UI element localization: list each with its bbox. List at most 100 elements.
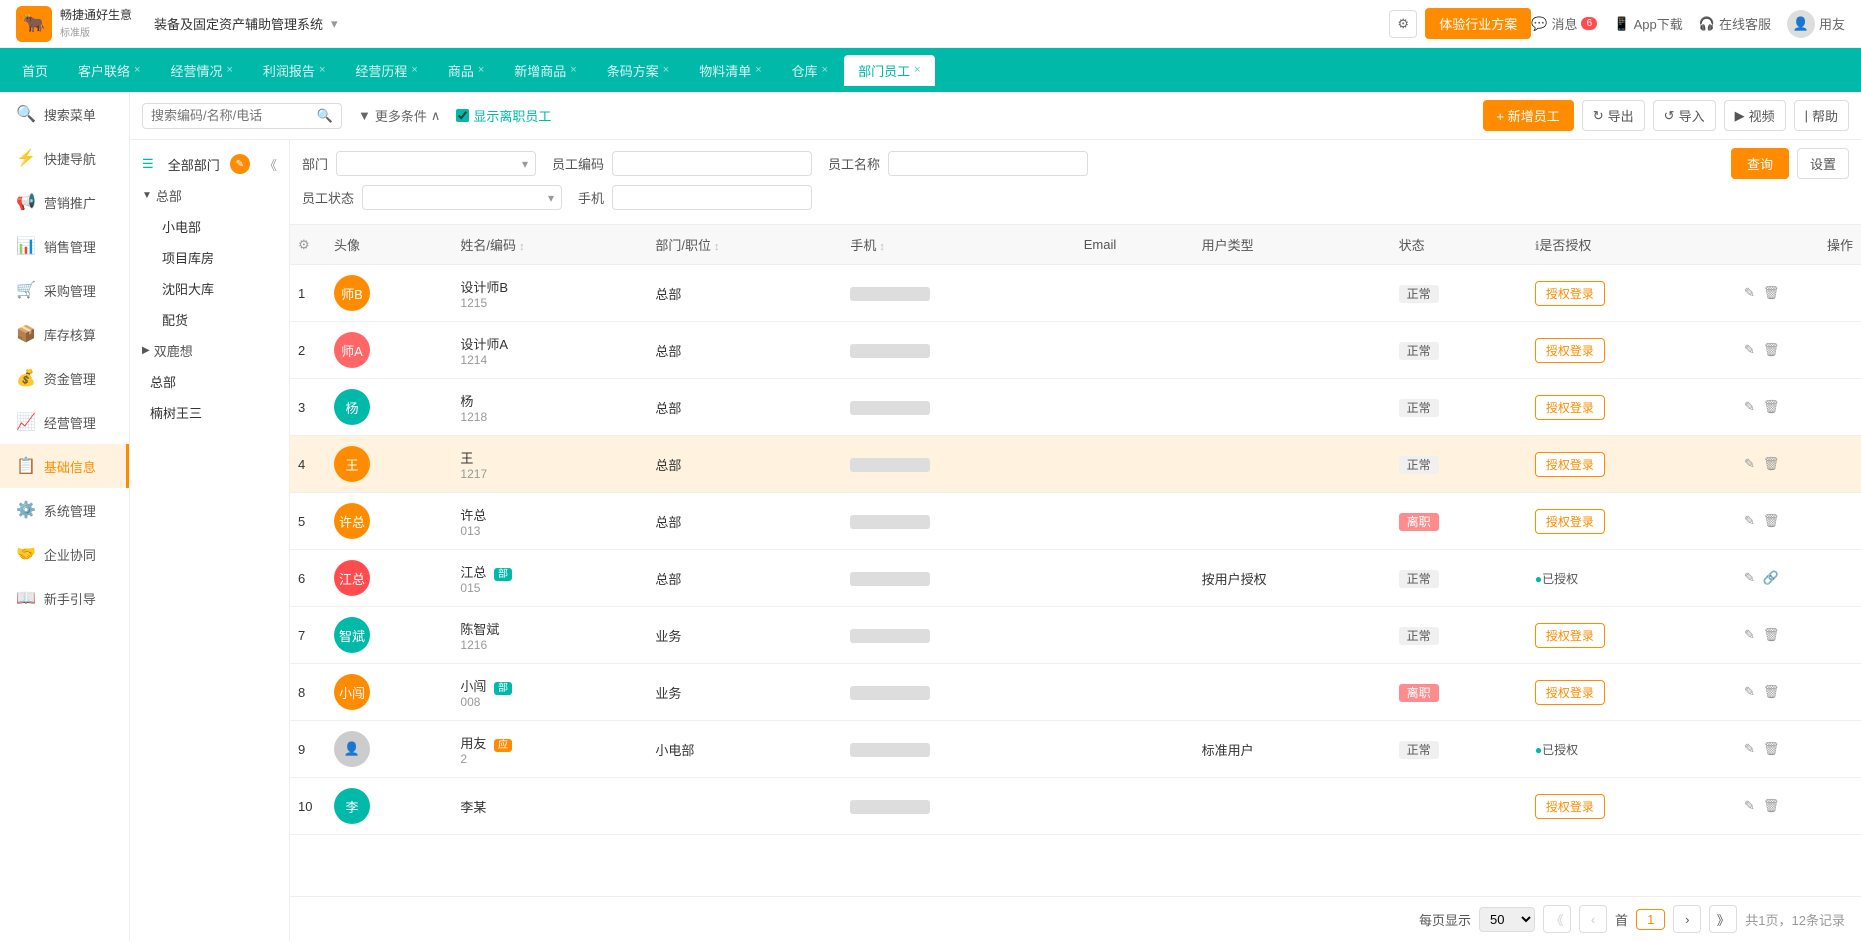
- sidebar-item-management[interactable]: 📈 经营管理: [0, 400, 129, 444]
- search-button[interactable]: 查询: [1731, 148, 1789, 179]
- edit-icon[interactable]: ✎: [1744, 456, 1755, 472]
- message-button[interactable]: 💬 消息 6: [1531, 14, 1597, 33]
- close-icon[interactable]: ×: [478, 64, 484, 76]
- close-icon[interactable]: ×: [663, 64, 669, 76]
- last-page-btn[interactable]: 》: [1709, 905, 1737, 933]
- sidebar-item-finance[interactable]: 💰 资金管理: [0, 356, 129, 400]
- dept-item-distribution[interactable]: 配货: [138, 304, 289, 335]
- edit-icon[interactable]: ✎: [1744, 627, 1755, 643]
- sidebar-item-search[interactable]: 🔍 搜索菜单: [0, 92, 129, 136]
- tab-profit[interactable]: 利润报告 ×: [249, 55, 339, 86]
- delete-icon[interactable]: 🗑: [1763, 285, 1780, 301]
- add-employee-button[interactable]: + 新增员工: [1483, 100, 1574, 131]
- next-page-btn[interactable]: ›: [1673, 905, 1701, 933]
- dept-item-electric[interactable]: 小电部: [138, 211, 289, 242]
- dept-item-project[interactable]: 项目库房: [138, 242, 289, 273]
- dept-item-general[interactable]: 总部: [130, 366, 289, 397]
- phone-input[interactable]: [612, 185, 812, 210]
- trial-button[interactable]: 体验行业方案: [1425, 8, 1531, 39]
- system-dropdown-icon[interactable]: ▾: [331, 16, 338, 32]
- sidebar-item-basic[interactable]: 📋 基础信息: [0, 444, 129, 488]
- delete-icon[interactable]: 🗑: [1763, 684, 1780, 700]
- edit-icon[interactable]: ✎: [1744, 798, 1755, 814]
- sidebar-item-inventory[interactable]: 📦 库存核算: [0, 312, 129, 356]
- dept-item-nanmu[interactable]: 楠树王三: [130, 397, 289, 428]
- link-icon[interactable]: 🔗: [1763, 570, 1779, 586]
- close-icon[interactable]: ×: [822, 64, 828, 76]
- delete-icon[interactable]: 🗑: [1763, 513, 1780, 529]
- auth-button[interactable]: 授权登录: [1535, 452, 1605, 477]
- emp-code-input[interactable]: [612, 151, 812, 176]
- sidebar-item-purchase[interactable]: 🛒 采购管理: [0, 268, 129, 312]
- edit-icon[interactable]: ✎: [1744, 342, 1755, 358]
- edit-icon[interactable]: ✎: [1744, 285, 1755, 301]
- close-icon[interactable]: ×: [755, 64, 761, 76]
- close-icon[interactable]: ×: [319, 64, 325, 76]
- edit-icon[interactable]: ✎: [1744, 570, 1755, 586]
- setting-button[interactable]: 设置: [1797, 148, 1849, 179]
- sidebar-item-sales[interactable]: 📊 销售管理: [0, 224, 129, 268]
- tab-operation[interactable]: 经营情况 ×: [156, 55, 246, 86]
- tab-department[interactable]: 部门员工 ×: [844, 55, 934, 86]
- dept-group-double[interactable]: ▶ 双鹿想: [130, 335, 289, 366]
- delete-icon[interactable]: 🗑: [1763, 627, 1780, 643]
- close-icon[interactable]: ×: [134, 64, 140, 76]
- edit-icon[interactable]: ✎: [1744, 741, 1755, 757]
- auth-button[interactable]: 授权登录: [1535, 680, 1605, 705]
- close-icon[interactable]: ×: [570, 64, 576, 76]
- dept-select[interactable]: [336, 151, 536, 176]
- dept-group-hq[interactable]: ▼ 总部: [130, 180, 289, 211]
- import-button[interactable]: ↺ 导入: [1653, 100, 1716, 131]
- user-menu[interactable]: 👤 用友: [1787, 10, 1845, 38]
- edit-icon[interactable]: ✎: [1744, 684, 1755, 700]
- delete-icon[interactable]: 🗑: [1763, 342, 1780, 358]
- tab-history[interactable]: 经营历程 ×: [341, 55, 431, 86]
- sidebar-item-system[interactable]: ⚙️ 系统管理: [0, 488, 129, 532]
- tab-bom[interactable]: 物料清单 ×: [685, 55, 775, 86]
- close-icon[interactable]: ×: [914, 64, 920, 76]
- emp-name-input[interactable]: [888, 151, 1088, 176]
- delete-icon[interactable]: 🗑: [1763, 798, 1780, 814]
- sidebar-item-shortcut[interactable]: ⚡ 快捷导航: [0, 136, 129, 180]
- sidebar-item-collab[interactable]: 🤝 企业协同: [0, 532, 129, 576]
- delete-icon[interactable]: 🗑: [1763, 399, 1780, 415]
- th-gear[interactable]: ⚙: [290, 225, 326, 265]
- delete-icon[interactable]: 🗑: [1763, 741, 1780, 757]
- show-resigned-input[interactable]: [456, 109, 469, 122]
- th-phone[interactable]: 手机: [842, 225, 1075, 265]
- auth-button[interactable]: 授权登录: [1535, 509, 1605, 534]
- dept-edit-icon[interactable]: ✎: [230, 154, 250, 174]
- auth-button[interactable]: 授权登录: [1535, 794, 1605, 819]
- edit-icon[interactable]: ✎: [1744, 513, 1755, 529]
- delete-icon[interactable]: 🗑: [1763, 456, 1780, 472]
- close-icon[interactable]: ×: [226, 64, 232, 76]
- auth-button[interactable]: 授权登录: [1535, 338, 1605, 363]
- th-name[interactable]: 姓名/编码: [452, 225, 647, 265]
- per-page-select[interactable]: 50 100: [1479, 907, 1535, 932]
- auth-button[interactable]: 授权登录: [1535, 623, 1605, 648]
- tab-customer[interactable]: 客户联络 ×: [64, 55, 154, 86]
- prev-page-btn[interactable]: ‹: [1579, 905, 1607, 933]
- dept-tree-title[interactable]: 全部部门: [168, 155, 220, 174]
- edit-icon[interactable]: ✎: [1744, 399, 1755, 415]
- close-icon[interactable]: ×: [411, 64, 417, 76]
- auth-button[interactable]: 授权登录: [1535, 395, 1605, 420]
- more-filter-button[interactable]: ▼ 更多条件 ∧: [350, 102, 448, 129]
- tab-home[interactable]: 首页: [8, 55, 62, 86]
- show-resigned-checkbox[interactable]: 显示离职员工: [456, 106, 551, 125]
- first-page-btn[interactable]: 《: [1543, 905, 1571, 933]
- app-download-button[interactable]: 📱 App下载: [1613, 14, 1682, 33]
- sidebar-item-marketing[interactable]: 📢 营销推广: [0, 180, 129, 224]
- dept-item-shenyang[interactable]: 沈阳大库: [138, 273, 289, 304]
- dept-collapse-btn[interactable]: 《: [264, 155, 277, 174]
- search-input[interactable]: [151, 108, 313, 123]
- export-button[interactable]: ↻ 导出: [1582, 100, 1645, 131]
- tab-warehouse[interactable]: 仓库 ×: [778, 55, 842, 86]
- th-dept[interactable]: 部门/职位: [647, 225, 842, 265]
- tab-barcode[interactable]: 条码方案 ×: [593, 55, 683, 86]
- status-select[interactable]: [362, 185, 562, 210]
- gear-button[interactable]: ⚙: [1389, 10, 1417, 38]
- tab-goods[interactable]: 商品 ×: [434, 55, 498, 86]
- service-button[interactable]: 🎧 在线客服: [1699, 14, 1771, 33]
- tab-add-goods[interactable]: 新增商品 ×: [500, 55, 590, 86]
